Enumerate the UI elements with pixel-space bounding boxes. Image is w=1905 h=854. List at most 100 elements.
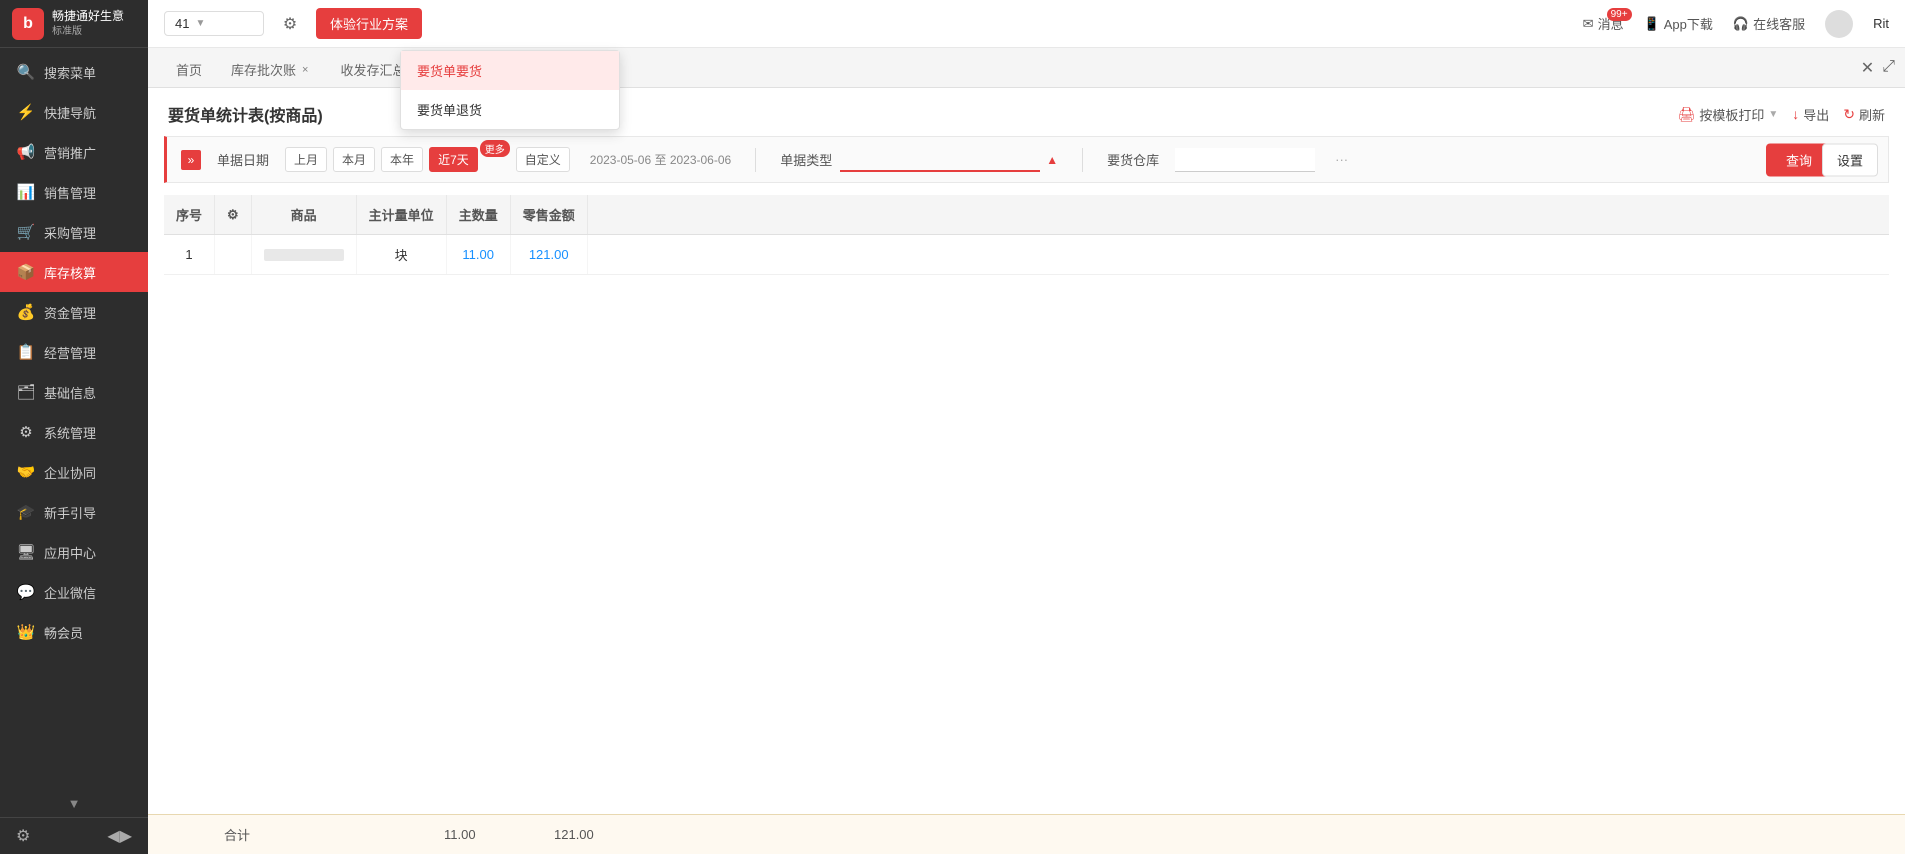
prev-month-btn[interactable]: 上月 [285,147,327,172]
app-center-icon: 🖥 [16,542,36,562]
app-logo: b [12,8,44,40]
type-input[interactable] [840,147,1040,172]
refresh-btn[interactable]: ↻ 刷新 [1843,105,1885,124]
sidebar-item-label: 应用中心 [44,543,96,562]
app-brand: 畅捷通好生意 标准版 [52,9,124,38]
sidebar-item-member[interactable]: 👑畅会员 [0,612,148,652]
sidebar-item-system[interactable]: ⚙系统管理 [0,412,148,452]
sidebar-item-app-center[interactable]: 🖥 应用中心 [0,532,148,572]
purchase-icon: 🛒 [16,222,36,242]
page-content: 要货单统计表(按商品) 🖨 按模板打印 ▼ ↓ 导出 ↻ 刷新 » [148,88,1905,854]
type-dropdown-arrow[interactable]: ▲ [1046,153,1058,167]
header-right: ✉ 消息 99+ 📱 App下载 🎧 在线客服 Rit [1583,10,1889,38]
type-filter-label: 单据类型 [780,150,832,169]
date-range-display: 2023-05-06 至 2023-06-06 [590,151,731,168]
sidebar-item-search[interactable]: 🔍搜索菜单 [0,52,148,92]
trial-btn[interactable]: 体验行业方案 [316,8,422,39]
table-row: 1 块 11.00 121.00 [164,235,1889,275]
refresh-label: 刷新 [1859,105,1885,124]
sidebar-item-label: 营销推广 [44,143,96,162]
sidebar-item-operation[interactable]: 📋经营管理 [0,332,148,372]
refresh-icon: ↻ [1843,106,1855,123]
sidebar-item-inventory[interactable]: 📦库存核算 [0,252,148,292]
table-wrapper: 序号 ⚙ 商品 主计量单位 主数量 零售金额 1 [164,195,1889,814]
cell-extra [587,235,1889,275]
inventory-icon: 📦 [16,262,36,282]
sidebar-collapse-icon[interactable]: ◀▶ [107,826,132,846]
filter-more-dots[interactable]: ··· [1335,152,1348,167]
app-download-btn[interactable]: 📱 App下载 [1644,14,1713,33]
sidebar-item-quick-nav[interactable]: ⚡ 快捷导航 [0,92,148,132]
data-table: 序号 ⚙ 商品 主计量单位 主数量 零售金额 1 [164,195,1889,275]
print-btn[interactable]: 🖨 按模板打印 ▼ [1678,105,1779,124]
operation-icon: 📋 [16,342,36,362]
sidebar-item-label: 畅会员 [44,623,83,642]
filter-collapse-btn[interactable]: » [181,150,201,170]
online-service-btn[interactable]: 🎧 在线客服 [1733,14,1805,33]
this-month-btn[interactable]: 本月 [333,147,375,172]
footer-total-label: 合计 [164,825,364,844]
service-icon: 🎧 [1733,16,1749,32]
close-all-tabs-btn[interactable]: ✕ [1861,58,1874,78]
col-extra [587,195,1889,235]
header-settings-btn[interactable]: ⚙ [276,10,304,38]
recent7-btn[interactable]: 近7天 [429,147,478,172]
sidebar-item-finance[interactable]: 💰资金管理 [0,292,148,332]
basic-icon: 🗂 [16,382,36,402]
footer-total-qty: 11.00 [364,827,514,842]
settings-filter-btn[interactable]: 设置 [1822,143,1878,176]
sidebar-item-label: 快捷导航 [44,103,96,122]
sidebar-item-label: 销售管理 [44,183,96,202]
messages-btn[interactable]: ✉ 消息 99+ [1583,14,1624,33]
tab-home[interactable]: 首页 [164,52,214,87]
sidebar-item-coop[interactable]: 🤝企业协同 [0,452,148,492]
user-avatar[interactable] [1825,10,1853,38]
dropdown-item-order-return[interactable]: 要货单退货 [401,90,619,129]
tab-close-inventory-batch[interactable]: × [302,64,308,76]
sidebar-header: b 畅捷通好生意 标准版 [0,0,148,48]
app-download-label: App下载 [1664,14,1713,33]
coop-icon: 🤝 [16,462,36,482]
company-selector[interactable]: 41 ▼ [164,11,264,36]
col-settings[interactable]: ⚙ [215,195,252,235]
print-dropdown-arrow[interactable]: ▼ [1768,109,1778,120]
print-label: 按模板打印 [1699,105,1764,124]
search-icon: 🔍 [16,62,36,82]
quick-nav-icon: ⚡ [16,102,36,122]
footer-total-amount: 121.00 [514,827,644,842]
tab-inventory-batch[interactable]: 库存批次账 × [216,51,323,87]
sidebar-item-sales[interactable]: 📊 销售管理 [0,172,148,212]
this-year-btn[interactable]: 本年 [381,147,423,172]
sidebar: b 畅捷通好生意 标准版 🔍搜索菜单 ⚡ 快捷导航 📢营销推广 📊 销售管理 🛒采购管理📦库… [0,0,148,854]
sidebar-settings-icon[interactable]: ⚙ [16,826,30,846]
cell-product [251,235,356,275]
filter-type-section: 单据类型 ▲ [780,147,1058,172]
sidebar-item-purchase[interactable]: 🛒采购管理 [0,212,148,252]
recent-badge: 更多 [480,140,510,157]
user-name: Rit [1873,16,1889,31]
sidebar-item-guide[interactable]: 🎓新手引导 [0,492,148,532]
download-icon: 📱 [1644,16,1660,32]
sidebar-item-label: 资金管理 [44,303,96,322]
expand-tab-btn[interactable]: ⤢ [1882,58,1895,78]
col-seq: 序号 [164,195,215,235]
sidebar-item-corp-wechat[interactable]: 💬企业微信 [0,572,148,612]
sidebar-item-label: 新手引导 [44,503,96,522]
sidebar-item-basic[interactable]: 🗂基础信息 [0,372,148,412]
tab-label: 库存批次账 [231,60,296,79]
product-placeholder [264,249,344,261]
sales-icon: 📊 [16,182,36,202]
system-icon: ⚙ [16,422,36,442]
sidebar-nav: 🔍搜索菜单 ⚡ 快捷导航 📢营销推广 📊 销售管理 🛒采购管理📦库存核算💰资金管理📋经营管理… [0,48,148,790]
warehouse-input[interactable] [1175,148,1315,172]
export-btn[interactable]: ↓ 导出 [1792,105,1829,124]
print-icon: 🖨 [1678,106,1696,123]
sidebar-item-marketing[interactable]: 📢营销推广 [0,132,148,172]
date-buttons: 上月 本月 本年 近7天 更多 自定义 [285,147,570,172]
sidebar-scroll-down[interactable]: ▼ [0,790,148,817]
sidebar-footer: ⚙ ◀▶ [0,817,148,854]
custom-date-btn[interactable]: 自定义 [516,147,570,172]
col-unit: 主计量单位 [356,195,446,235]
page-actions: 🖨 按模板打印 ▼ ↓ 导出 ↻ 刷新 [1678,105,1885,124]
type-dropdown: 要货单要货 要货单退货 [400,88,620,130]
